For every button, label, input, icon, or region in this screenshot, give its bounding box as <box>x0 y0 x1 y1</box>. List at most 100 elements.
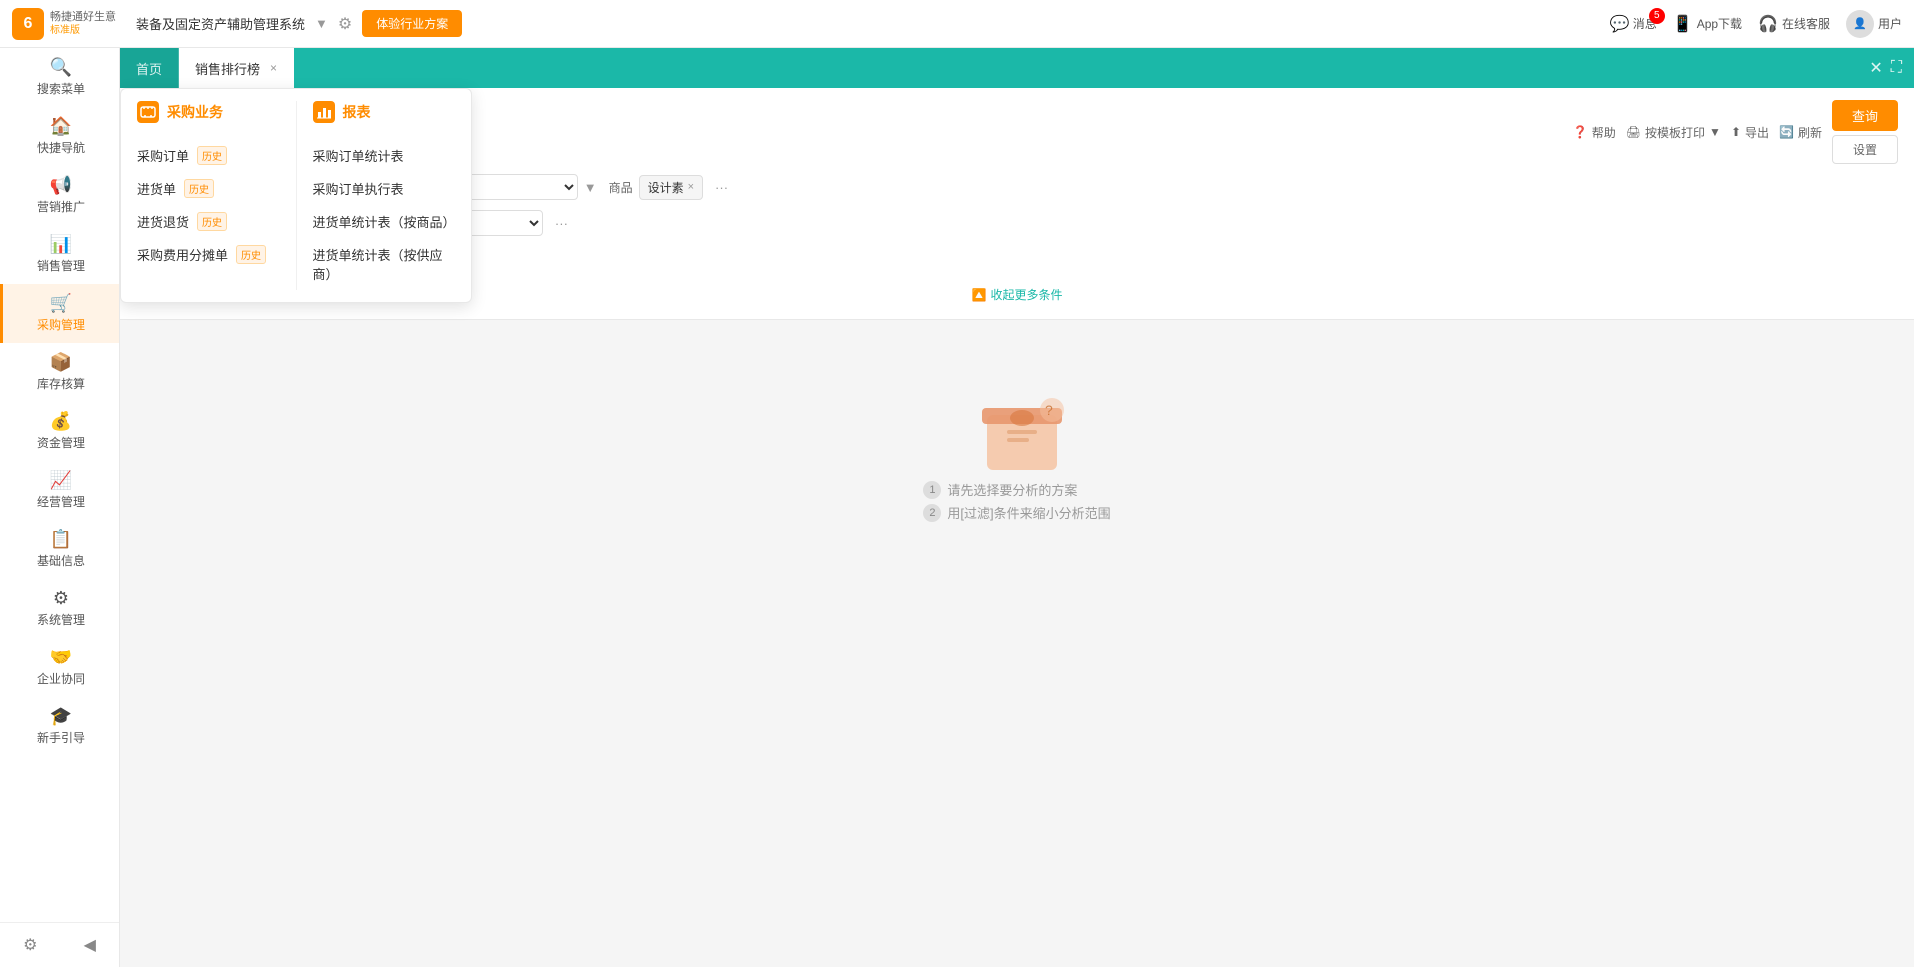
tab-active-label: 销售排行榜 <box>195 59 260 78</box>
report-header-icon <box>313 101 335 123</box>
sidebar-item-marketing[interactable]: 📢 营销推广 <box>0 166 119 225</box>
filter-goods: 商品 设计素 × <box>609 175 703 200</box>
sidebar-label-system: 系统管理 <box>37 611 85 628</box>
tab-home-label: 首页 <box>136 59 162 78</box>
home-icon: 🏠 <box>50 117 72 135</box>
money-icon: 💰 <box>50 412 72 430</box>
sidebar-bottom: ⚙ ◀ <box>0 922 119 967</box>
logo-main: 畅捷通好生意 <box>50 10 116 24</box>
tab-actions: ✕ ⛶ <box>1857 48 1914 88</box>
dropdown-arrow-icon[interactable]: ▼ <box>315 16 328 31</box>
dropdown-item-expense[interactable]: 采购费用分摊单 历史 <box>137 238 280 271</box>
sidebar-item-finance[interactable]: 💰 资金管理 <box>0 402 119 461</box>
user-item[interactable]: 👤 用户 <box>1846 10 1902 38</box>
app-download-label: App下载 <box>1697 15 1742 32</box>
headset-icon: 🎧 <box>1758 14 1778 34</box>
print-icon: 🖨 <box>1626 125 1641 139</box>
sidebar-label-operation: 经营管理 <box>37 493 85 510</box>
header-center: 装备及固定资产辅助管理系统 ▼ ⚙ 体验行业方案 <box>116 10 1610 37</box>
print-dropdown-icon: ▼ <box>1709 125 1721 139</box>
empty-state: ? 1 请先选择要分析的方案 2 用[过滤]条件来缩小分析范围 <box>120 320 1914 586</box>
dropdown-item-purchase-order-stats[interactable]: 采购订单统计表 <box>313 139 456 172</box>
query-button[interactable]: 查询 <box>1832 100 1898 131</box>
purchase-order-exec-label: 采购订单执行表 <box>313 179 404 198</box>
empty-hint-1-text: 请先选择要分析的方案 <box>947 480 1077 499</box>
main-layout: 🔍 搜索菜单 🏠 快捷导航 📢 营销推广 📊 销售管理 🛒 采购管理 📦 库存核… <box>0 48 1914 967</box>
notification-item[interactable]: 💬 消息 5 <box>1610 14 1657 34</box>
cart-icon: 🛒 <box>50 294 72 312</box>
refresh-btn[interactable]: 🔄 刷新 <box>1779 124 1822 141</box>
purchase-order-label: 采购订单 <box>137 146 189 165</box>
empty-hint-1: 1 请先选择要分析的方案 <box>923 480 1110 499</box>
sidebar-item-system[interactable]: ⚙ 系统管理 <box>0 579 119 638</box>
phone-icon: 📱 <box>1673 14 1693 34</box>
sidebar-label-sales: 销售管理 <box>37 257 85 274</box>
dropdown-item-purchase-order[interactable]: 采购订单 历史 <box>137 139 280 172</box>
purchase-section-title: 采购业务 <box>167 102 223 122</box>
sidebar-label-inventory: 库存核算 <box>37 375 85 392</box>
goods-tag[interactable]: 设计素 × <box>639 175 703 200</box>
tab-maximize-btn[interactable]: ⛶ <box>1891 59 1902 77</box>
dropdown-item-purchase-order-exec[interactable]: 采购订单执行表 <box>313 172 456 205</box>
sidebar-item-quick-nav[interactable]: 🏠 快捷导航 <box>0 107 119 166</box>
sidebar-item-inventory[interactable]: 📦 库存核算 <box>0 343 119 402</box>
tab-sales-ranking[interactable]: 销售排行榜 × <box>179 48 294 88</box>
sidebar-label-finance: 资金管理 <box>37 434 85 451</box>
logo-text: 畅捷通好生意 标准版 <box>50 10 116 37</box>
print-btn[interactable]: 🖨 按模板打印 ▼ <box>1626 124 1721 141</box>
report-column-header: 报表 <box>313 101 456 129</box>
dropdown-item-inbound-by-supplier[interactable]: 进货单统计表（按供应商） <box>313 238 456 290</box>
row2-more-btn[interactable]: ··· <box>555 216 568 231</box>
sidebar-item-purchase[interactable]: 🛒 采购管理 <box>0 284 119 343</box>
chart-icon: 📊 <box>50 235 72 253</box>
sidebar-item-search[interactable]: 🔍 搜索菜单 <box>0 48 119 107</box>
goods-tag-close-icon[interactable]: × <box>688 181 694 193</box>
dropdown-item-inbound[interactable]: 进货单 历史 <box>137 172 280 205</box>
sidebar-item-newbie[interactable]: 🎓 新手引导 <box>0 697 119 756</box>
logo-sub: 标准版 <box>50 24 116 37</box>
dropdown-item-inbound-by-goods[interactable]: 进货单统计表（按商品） <box>313 205 456 238</box>
empty-hint-2-text: 用[过滤]条件来缩小分析范围 <box>947 503 1110 522</box>
industry-btn[interactable]: 体验行业方案 <box>362 10 462 37</box>
sidebar-item-enterprise[interactable]: 🤝 企业协同 <box>0 638 119 697</box>
online-service-item[interactable]: 🎧 在线客服 <box>1758 14 1830 34</box>
box-icon: 📦 <box>50 353 72 371</box>
row1-more-btn[interactable]: ··· <box>715 180 728 195</box>
empty-hint-2: 2 用[过滤]条件来缩小分析范围 <box>923 503 1110 522</box>
return-label: 进货退货 <box>137 212 189 231</box>
inbound-by-goods-label: 进货单统计表（按商品） <box>313 212 456 231</box>
purchase-column: 采购业务 采购订单 历史 进货单 历史 进货退货 历史 <box>121 101 296 290</box>
sidebar-item-operation[interactable]: 📈 经营管理 <box>0 461 119 520</box>
top-header: 6 畅捷通好生意 标准版 装备及固定资产辅助管理系统 ▼ ⚙ 体验行业方案 💬 … <box>0 0 1914 48</box>
report-section-title: 报表 <box>343 102 371 122</box>
export-btn[interactable]: ⬆ 导出 <box>1731 124 1769 141</box>
tab-minimize-btn[interactable]: ✕ <box>1869 58 1882 78</box>
doc-status-dropdown-icon: ▼ <box>584 180 597 195</box>
app-download-item[interactable]: 📱 App下载 <box>1673 14 1742 34</box>
cart-header-icon <box>140 104 156 120</box>
expense-history-badge: 历史 <box>236 245 266 264</box>
refresh-icon: 🔄 <box>1779 125 1794 139</box>
settings-button[interactable]: 设置 <box>1832 135 1898 164</box>
sidebar-settings-btn[interactable]: ⚙ <box>15 931 45 959</box>
step-num-2: 2 <box>923 504 941 522</box>
system-gear-icon: ⚙ <box>53 589 69 607</box>
sidebar-item-sales[interactable]: 📊 销售管理 <box>0 225 119 284</box>
tab-home[interactable]: 首页 <box>120 48 179 88</box>
user-label: 用户 <box>1878 15 1902 32</box>
help-btn[interactable]: ❓ 帮助 <box>1573 124 1616 141</box>
print-label: 按模板打印 <box>1645 124 1705 141</box>
sidebar-item-basic[interactable]: 📋 基础信息 <box>0 520 119 579</box>
purchase-column-header: 采购业务 <box>137 101 280 129</box>
online-service-label: 在线客服 <box>1782 15 1830 32</box>
chevron-up-icon: 🔼 <box>972 288 987 302</box>
dropdown-item-return[interactable]: 进货退货 历史 <box>137 205 280 238</box>
tab-bar: 首页 销售排行榜 × ✕ ⛶ <box>120 48 1914 88</box>
gear-settings-icon[interactable]: ⚙ <box>338 14 352 34</box>
inbound-history-badge: 历史 <box>184 179 214 198</box>
sidebar-collapse-btn[interactable]: ◀ <box>76 931 104 959</box>
notification-badge: 5 <box>1649 8 1665 24</box>
megaphone-icon: 📢 <box>50 176 72 194</box>
tab-close-icon[interactable]: × <box>270 61 277 75</box>
logo-area: 6 畅捷通好生意 标准版 <box>12 8 116 40</box>
